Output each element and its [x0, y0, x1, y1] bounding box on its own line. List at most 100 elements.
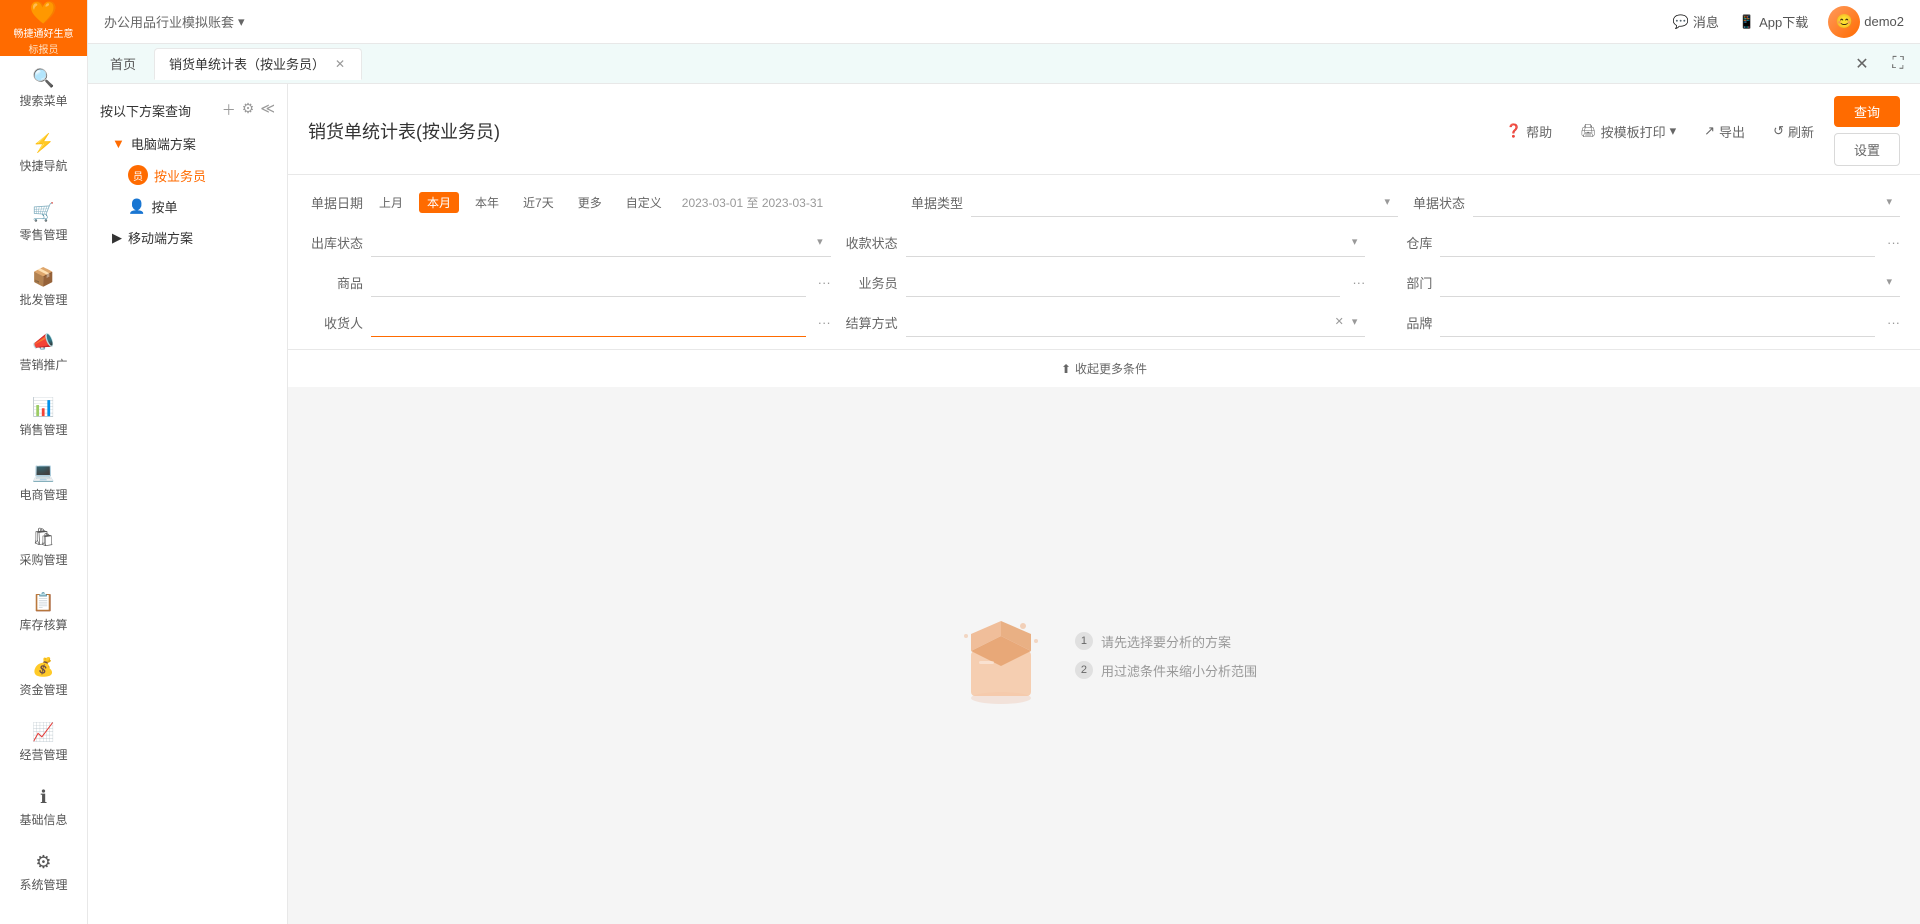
tab-sales-stat[interactable]: 销货单统计表（按业务员） ✕: [154, 48, 362, 80]
doc-status-label: 单据状态: [1410, 193, 1465, 212]
close-tab-button[interactable]: ✕: [1848, 50, 1876, 78]
sidebar-item-sales[interactable]: 📊 销售管理: [0, 385, 87, 450]
date-this-year[interactable]: 本年: [467, 192, 507, 213]
payment-filter-group: 结算方式 ✕ ▾: [843, 307, 1366, 337]
dept-label: 部门: [1377, 273, 1432, 292]
doc-type-select[interactable]: ▾: [971, 187, 1398, 217]
sidebar-item-purchase[interactable]: 🛍 采购管理: [0, 515, 87, 580]
sidebar-item-system[interactable]: ⚙ 系统管理: [0, 840, 87, 905]
sidebar-label-operations: 经营管理: [19, 746, 67, 763]
date-more[interactable]: 更多: [570, 192, 610, 213]
goods-filter-group: 商品 ···: [308, 267, 831, 297]
sidebar-item-operations[interactable]: 📈 经营管理: [0, 710, 87, 775]
warehouse-dots-icon[interactable]: ···: [1887, 235, 1900, 250]
salesman-label: 业务员: [843, 273, 898, 292]
date-last-month[interactable]: 上月: [371, 192, 411, 213]
goods-dots-icon[interactable]: ···: [818, 275, 831, 290]
collapse-icon: ⬆: [1061, 362, 1071, 376]
tree-item-by-doc[interactable]: 👤 按单: [88, 191, 287, 222]
payment-clear-icon[interactable]: ✕: [1331, 313, 1348, 330]
collapse-label: 收起更多条件: [1075, 360, 1147, 377]
brand-dots-icon[interactable]: ···: [1887, 315, 1900, 330]
warehouse-input[interactable]: [1440, 227, 1875, 257]
dept-filter-group: 部门 ▾: [1377, 267, 1900, 297]
tab-close-icon[interactable]: ✕: [333, 55, 347, 73]
doc-status-select[interactable]: ▾: [1473, 187, 1900, 217]
breadcrumb-dropdown[interactable]: 办公用品行业模拟账套 ▾: [104, 12, 245, 31]
goods-input[interactable]: [371, 267, 806, 297]
user-label: demo2: [1864, 14, 1904, 29]
app-download-button[interactable]: 📱 App下载: [1739, 12, 1808, 31]
refresh-button[interactable]: ↺ 刷新: [1765, 118, 1822, 145]
tree-item-by-salesman[interactable]: 员 按业务员: [88, 159, 287, 191]
tree-section-desktop[interactable]: ▼ 电脑端方案: [88, 128, 287, 159]
brand-label: 品牌: [1377, 313, 1432, 332]
brand-input[interactable]: [1440, 307, 1875, 337]
maximize-tab-button[interactable]: ⛶: [1884, 50, 1912, 78]
print-chevron-icon: ▾: [1670, 123, 1677, 139]
logo-sub: 标报员: [29, 41, 59, 56]
goods-label: 商品: [308, 273, 363, 292]
query-button[interactable]: 查询: [1834, 96, 1900, 127]
sidebar-item-ecommerce[interactable]: 💻 电商管理: [0, 450, 87, 515]
receipt-status-chevron-icon: ▾: [1352, 235, 1358, 248]
page-header: 销货单统计表(按业务员) ❓ 帮助 🖨 按模板打印 ▾ ↗ 导出: [288, 84, 1920, 175]
filter-area: 单据日期 上月 本月 本年 近7天 更多 自定义 2023-03-01 至 20…: [288, 175, 1920, 350]
doc-type-label: 单据类型: [908, 193, 963, 212]
app-logo[interactable]: 🧡 畅捷通好生意 标报员: [0, 0, 88, 56]
date-filter-label: 单据日期: [308, 193, 363, 212]
sidebar-item-wholesale[interactable]: 📦 批发管理: [0, 255, 87, 320]
add-scheme-icon[interactable]: ＋: [222, 100, 236, 120]
sidebar-item-marketing[interactable]: 📣 营销推广: [0, 320, 87, 385]
sidebar-item-enterprise[interactable]: 🤝 企业协同: [0, 909, 87, 924]
content-area: 按以下方案查询 ＋ ⚙ ≪ ▼ 电脑端方案 员 按业务员 👤 按单: [88, 84, 1920, 924]
filter-row-4: 收货人 ··· 结算方式 ✕ ▾: [308, 307, 1900, 337]
date-this-month[interactable]: 本月: [419, 192, 459, 213]
salesman-input[interactable]: [906, 267, 1341, 297]
hint-2-text: 用过滤条件来缩小分析范围: [1101, 661, 1257, 680]
retail-icon: 🛒: [32, 202, 54, 223]
date-7days[interactable]: 近7天: [515, 192, 562, 213]
sales-icon: 📊: [32, 397, 54, 418]
logo-text: 畅捷通好生意: [14, 28, 74, 41]
filter-row-3: 商品 ··· 业务员 ··· 部门 ▾: [308, 267, 1900, 297]
payment-chevron-icon: ▾: [1352, 315, 1358, 328]
receipt-status-label: 收款状态: [843, 233, 898, 252]
empty-state: 1 请先选择要分析的方案 2 用过滤条件来缩小分析范围: [288, 387, 1920, 924]
date-custom[interactable]: 自定义: [618, 192, 670, 213]
salesman-dots-icon[interactable]: ···: [1352, 275, 1365, 290]
settings-scheme-icon[interactable]: ⚙: [242, 100, 255, 120]
message-button[interactable]: 💬 消息: [1673, 12, 1719, 31]
sidebar-item-inventory[interactable]: 📋 库存核算: [0, 580, 87, 645]
print-button[interactable]: 🖨 按模板打印 ▾: [1572, 118, 1684, 145]
settings-button[interactable]: 设置: [1834, 133, 1900, 166]
collapse-panel-icon[interactable]: ≪: [260, 100, 275, 120]
sidebar-item-search[interactable]: 🔍 搜索菜单: [0, 56, 87, 121]
print-label: 按模板打印: [1601, 122, 1666, 141]
dept-select[interactable]: ▾: [1440, 267, 1900, 297]
payment-select[interactable]: ✕ ▾: [906, 307, 1366, 337]
home-tab-label: 首页: [110, 54, 136, 73]
sidebar-item-finance[interactable]: 💰 资金管理: [0, 645, 87, 710]
collapse-button[interactable]: ⬆ 收起更多条件: [1049, 356, 1159, 381]
user-menu[interactable]: 😊 demo2: [1828, 6, 1904, 38]
sidebar-item-basic[interactable]: ℹ 基础信息: [0, 775, 87, 840]
avatar: 😊: [1828, 6, 1860, 38]
wholesale-icon: 📦: [32, 267, 54, 288]
doc-type-filter-group: 单据类型 ▾: [908, 187, 1398, 217]
sidebar-item-quick[interactable]: ⚡ 快捷导航: [0, 121, 87, 186]
receiver-input[interactable]: [371, 307, 806, 337]
sidebar-item-retail[interactable]: 🛒 零售管理: [0, 190, 87, 255]
hint-2-num: 2: [1075, 661, 1093, 679]
sidebar: 🧡 畅捷通好生意 标报员 🔍 搜索菜单 ⚡ 快捷导航 🛒 零售管理 📦 批发管理…: [0, 0, 88, 924]
out-status-select[interactable]: ▾: [371, 227, 831, 257]
receiver-dots-icon[interactable]: ···: [818, 315, 831, 330]
query-settings-group: 查询 设置: [1834, 96, 1900, 166]
help-button[interactable]: ❓ 帮助: [1498, 118, 1560, 145]
receipt-status-select[interactable]: ▾: [906, 227, 1366, 257]
sidebar-label-finance: 资金管理: [19, 681, 67, 698]
export-button[interactable]: ↗ 导出: [1696, 118, 1753, 145]
tab-home[interactable]: 首页: [96, 48, 150, 80]
tree-section-mobile[interactable]: ▶ 移动端方案: [88, 222, 287, 253]
empty-hint-1: 1 请先选择要分析的方案: [1075, 632, 1257, 651]
